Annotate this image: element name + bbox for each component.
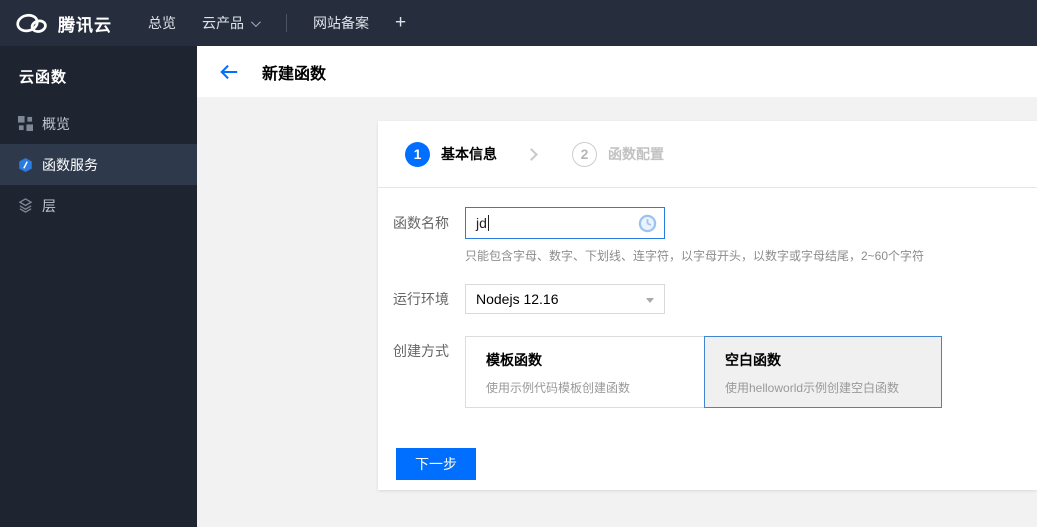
nav-cloud-products-label: 云产品: [202, 15, 244, 31]
function-name-input[interactable]: jd: [465, 207, 665, 239]
runtime-row: 运行环境 Nodejs 12.16: [393, 284, 1037, 314]
topbar: 腾讯云 总览 云产品 网站备案 +: [0, 0, 1037, 46]
sidebar-item-label: 层: [42, 197, 56, 214]
sidebar-item-function-service[interactable]: 函数服务: [0, 144, 197, 185]
step-label: 函数配置: [608, 146, 664, 162]
layers-icon: [18, 198, 33, 213]
sidebar-item-label: 函数服务: [42, 156, 98, 173]
step-indicator: 1 基本信息 2 函数配置: [378, 121, 1037, 188]
sidebar-menu: 概览 函数服务 层: [0, 103, 197, 226]
chevron-down-icon: [250, 16, 261, 27]
runtime-label: 运行环境: [393, 291, 449, 307]
step-basic-info: 1 基本信息: [405, 141, 497, 167]
page-title: 新建函数: [262, 65, 327, 83]
step-number-badge: 2: [572, 141, 597, 167]
function-name-label: 函数名称: [393, 215, 449, 231]
creation-method-row: 创建方式 模板函数 使用示例代码模板创建函数 空白函数 使用helloworld…: [393, 336, 1037, 408]
option-description: 使用示例代码模板创建函数: [486, 381, 631, 395]
nav-website-beian[interactable]: 网站备案: [313, 13, 369, 33]
page-header: 新建函数: [197, 46, 1037, 97]
sidebar-title: 云函数: [19, 69, 68, 86]
basic-info-form: 函数名称 jd 只能包含字母、数字、下划线、连字符，以字母开头，以数字或字母结尾…: [378, 188, 1037, 480]
creation-method-label: 创建方式: [393, 343, 449, 359]
function-name-row: 函数名称 jd 只能包含字母、数字、下划线、连字符，以字母开头，以数字或字母结尾…: [393, 207, 1037, 265]
function-name-hint: 只能包含字母、数字、下划线、连字符，以字母开头，以数字或字母结尾，2~60个字符: [465, 249, 925, 263]
runtime-value: Nodejs 12.16: [476, 291, 559, 307]
validating-clock-icon: [638, 214, 657, 238]
function-service-icon: [18, 157, 33, 172]
option-blank-function[interactable]: 空白函数 使用helloworld示例创建空白函数: [704, 336, 942, 408]
main-area: 新建函数 1 基本信息 2 函数配置 函数名称 jd 只能包含字母、数字、下划线…: [197, 46, 1037, 527]
brand[interactable]: 腾讯云: [14, 11, 112, 36]
nav-divider: [286, 14, 287, 32]
nav-cloud-products[interactable]: 云产品: [202, 13, 261, 33]
nav-overview[interactable]: 总览: [148, 13, 176, 33]
runtime-select[interactable]: Nodejs 12.16: [465, 284, 665, 314]
function-name-value: jd: [476, 215, 487, 231]
creation-method-options: 模板函数 使用示例代码模板创建函数 空白函数 使用helloworld示例创建空…: [465, 336, 942, 408]
step-label: 基本信息: [441, 146, 497, 162]
next-step-button[interactable]: 下一步: [396, 448, 476, 480]
option-title: 模板函数: [486, 352, 542, 368]
create-function-card: 1 基本信息 2 函数配置 函数名称 jd 只能包含字母、数字、下划线、连字符，…: [378, 121, 1037, 490]
top-navigation: 总览 云产品 网站备案 +: [148, 12, 432, 34]
option-title: 空白函数: [725, 352, 781, 368]
step-number-badge: 1: [405, 141, 430, 167]
grid-icon: [18, 116, 33, 131]
back-arrow-icon[interactable]: [218, 61, 240, 83]
sidebar-item-layers[interactable]: 层: [0, 185, 197, 226]
option-description: 使用helloworld示例创建空白函数: [725, 381, 900, 395]
add-product-tab-button[interactable]: +: [395, 12, 406, 34]
step-function-config: 2 函数配置: [572, 141, 664, 167]
sidebar-item-overview[interactable]: 概览: [0, 103, 197, 144]
content-area: 1 基本信息 2 函数配置 函数名称 jd 只能包含字母、数字、下划线、连字符，…: [197, 97, 1037, 527]
option-template-function[interactable]: 模板函数 使用示例代码模板创建函数: [465, 336, 705, 408]
sidebar: 云函数 概览 函数服务 层: [0, 46, 197, 527]
text-caret: [487, 215, 489, 231]
dropdown-arrow-icon: [646, 298, 654, 303]
chevron-right-icon: [525, 147, 538, 161]
sidebar-item-label: 概览: [42, 115, 70, 132]
tencent-cloud-logo-icon: [14, 11, 50, 36]
brand-name: 腾讯云: [58, 15, 112, 35]
